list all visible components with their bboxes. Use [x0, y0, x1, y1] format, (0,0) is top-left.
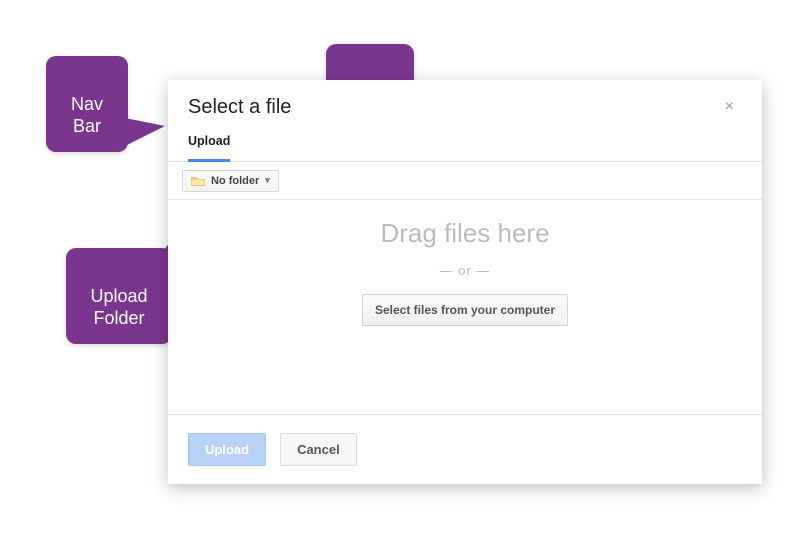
folder-toolbar: No folder ▾ [168, 162, 762, 200]
folder-icon [191, 175, 205, 187]
callout-nav-bar-text: Nav Bar [71, 94, 103, 137]
select-files-button[interactable]: Select files from your computer [362, 294, 568, 326]
callout-upload-folder-text: Upload Folder [90, 286, 147, 329]
file-picker-dialog: Select a file × Upload No folder ▾ Drag … [168, 80, 762, 484]
cancel-button[interactable]: Cancel [280, 433, 357, 466]
upload-dropzone[interactable]: Drag files here — or — Select files from… [168, 200, 762, 410]
nav-bar: Upload [168, 134, 762, 162]
or-separator: — or — [440, 263, 491, 278]
folder-selector[interactable]: No folder ▾ [182, 170, 279, 192]
callout-upload-folder: Upload Folder [66, 248, 172, 344]
upload-button-label: Upload [205, 442, 249, 457]
folder-selector-label: No folder [211, 175, 259, 187]
dialog-footer: Upload Cancel [168, 414, 762, 484]
close-icon: × [725, 98, 734, 115]
callout-nav-bar: Nav Bar [46, 56, 128, 152]
dialog-title: Select a file [188, 96, 291, 119]
tab-upload[interactable]: Upload [188, 134, 230, 162]
title-bar: Select a file × [168, 80, 762, 134]
upload-button[interactable]: Upload [188, 433, 266, 466]
tab-label: Upload [188, 134, 230, 148]
cancel-button-label: Cancel [297, 442, 340, 457]
chevron-down-icon: ▾ [265, 175, 270, 186]
close-button[interactable]: × [717, 94, 742, 120]
select-files-button-label: Select files from your computer [375, 303, 555, 317]
drag-files-text: Drag files here [380, 218, 549, 249]
callout-nav-bar-tail [125, 118, 165, 146]
